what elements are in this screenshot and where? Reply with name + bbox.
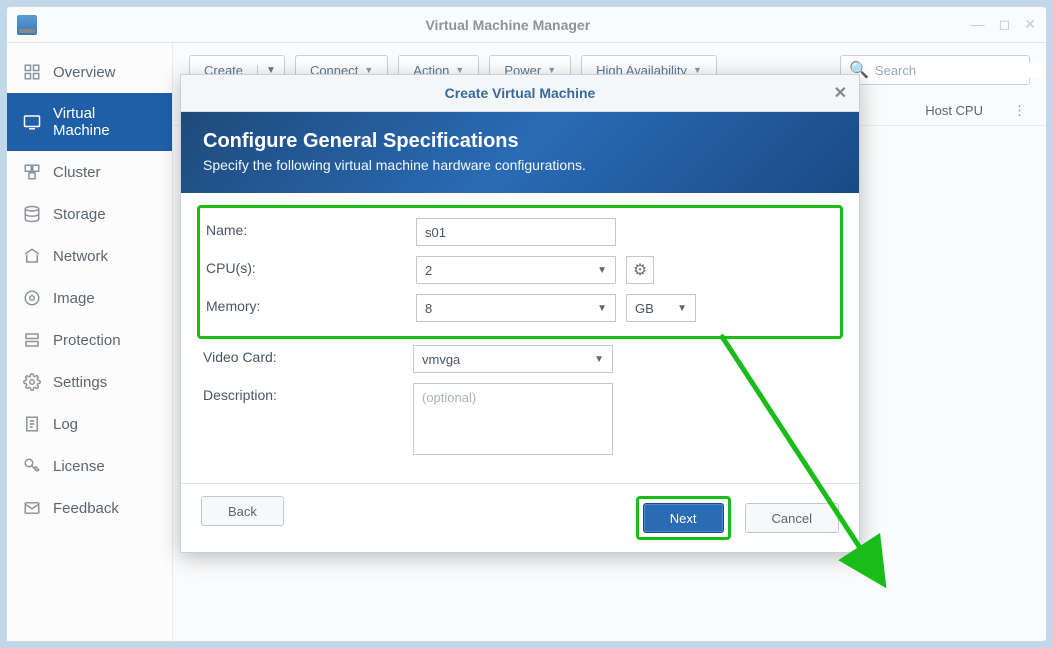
license-icon	[23, 457, 41, 475]
modal-sub: Specify the following virtual machine ha…	[203, 157, 837, 173]
sidebar-item-cluster[interactable]: Cluster	[7, 151, 172, 193]
cancel-button[interactable]: Cancel	[745, 503, 839, 533]
vm-icon	[23, 113, 41, 131]
description-textarea[interactable]	[413, 383, 613, 455]
sidebar-item-label: License	[53, 458, 105, 475]
highlight-annotation: Name: CPU(s): 2▼ ⚙ Memory: 8▼ GB▼	[197, 205, 843, 339]
modal-header: Configure General Specifications Specify…	[181, 112, 859, 193]
chevron-down-icon: ▼	[594, 354, 604, 365]
sidebar-item-network[interactable]: Network	[7, 235, 172, 277]
sidebar-item-protection[interactable]: Protection	[7, 319, 172, 361]
sidebar-item-virtual-machine[interactable]: Virtual Machine	[7, 93, 172, 151]
sidebar-item-label: Settings	[53, 374, 107, 391]
chevron-down-icon: ▼	[677, 303, 687, 314]
modal-title-bar: Create Virtual Machine ✕	[181, 75, 859, 112]
chevron-down-icon: ▼	[597, 303, 607, 314]
app-window: Virtual Machine Manager — ◻ ✕ Overview V…	[6, 6, 1047, 642]
sidebar-item-label: Protection	[53, 332, 121, 349]
back-button[interactable]: Back	[201, 496, 284, 526]
sidebar-item-label: Image	[53, 290, 95, 307]
create-vm-modal: Create Virtual Machine ✕ Configure Gener…	[180, 74, 860, 553]
protection-icon	[23, 331, 41, 349]
sidebar-item-overview[interactable]: Overview	[7, 51, 172, 93]
sidebar-item-label: Cluster	[53, 164, 101, 181]
window-title: Virtual Machine Manager	[45, 17, 971, 33]
next-button[interactable]: Next	[643, 503, 724, 533]
name-label: Name:	[206, 218, 416, 238]
sidebar-item-license[interactable]: License	[7, 445, 172, 487]
gear-icon: ⚙	[633, 260, 647, 280]
sidebar: Overview Virtual Machine Cluster Storage…	[7, 43, 173, 641]
description-label: Description:	[203, 383, 413, 403]
sidebar-item-log[interactable]: Log	[7, 403, 172, 445]
sidebar-item-label: Overview	[53, 64, 116, 81]
sidebar-item-label: Network	[53, 248, 108, 265]
overview-icon	[23, 63, 41, 81]
log-icon	[23, 415, 41, 433]
search-box[interactable]: 🔍	[840, 55, 1030, 85]
column-menu-icon[interactable]: ⋮	[1013, 103, 1026, 119]
network-icon	[23, 247, 41, 265]
settings-icon	[23, 373, 41, 391]
feedback-icon	[23, 499, 41, 517]
sidebar-item-feedback[interactable]: Feedback	[7, 487, 172, 529]
video-label: Video Card:	[203, 345, 413, 365]
minimize-button[interactable]: —	[971, 16, 985, 33]
name-input[interactable]	[416, 218, 616, 246]
highlight-annotation: Next	[636, 496, 731, 540]
memory-label: Memory:	[206, 294, 416, 314]
close-icon[interactable]: ✕	[834, 83, 847, 103]
cpu-select[interactable]: 2▼	[416, 256, 616, 284]
col-host-cpu[interactable]: Host CPU	[925, 103, 983, 119]
cpu-settings-button[interactable]: ⚙	[626, 256, 654, 284]
sidebar-item-label: Log	[53, 416, 78, 433]
search-input[interactable]	[875, 63, 1046, 78]
sidebar-item-label: Virtual Machine	[53, 105, 156, 139]
maximize-button[interactable]: ◻	[999, 16, 1011, 33]
sidebar-item-settings[interactable]: Settings	[7, 361, 172, 403]
sidebar-item-label: Storage	[53, 206, 106, 223]
app-icon	[17, 15, 37, 35]
title-bar: Virtual Machine Manager — ◻ ✕	[7, 7, 1046, 43]
modal-title: Create Virtual Machine	[445, 85, 596, 101]
chevron-down-icon: ▼	[597, 265, 607, 276]
close-button[interactable]: ✕	[1024, 16, 1036, 33]
modal-heading: Configure General Specifications	[203, 130, 837, 153]
image-icon	[23, 289, 41, 307]
modal-footer: Back Next Cancel	[181, 483, 859, 552]
storage-icon	[23, 205, 41, 223]
video-select[interactable]: vmvga▼	[413, 345, 613, 373]
cpu-label: CPU(s):	[206, 256, 416, 276]
sidebar-item-label: Feedback	[53, 500, 119, 517]
memory-unit-select[interactable]: GB▼	[626, 294, 696, 322]
window-controls: — ◻ ✕	[971, 16, 1036, 33]
sidebar-item-image[interactable]: Image	[7, 277, 172, 319]
memory-select[interactable]: 8▼	[416, 294, 616, 322]
cluster-icon	[23, 163, 41, 181]
sidebar-item-storage[interactable]: Storage	[7, 193, 172, 235]
